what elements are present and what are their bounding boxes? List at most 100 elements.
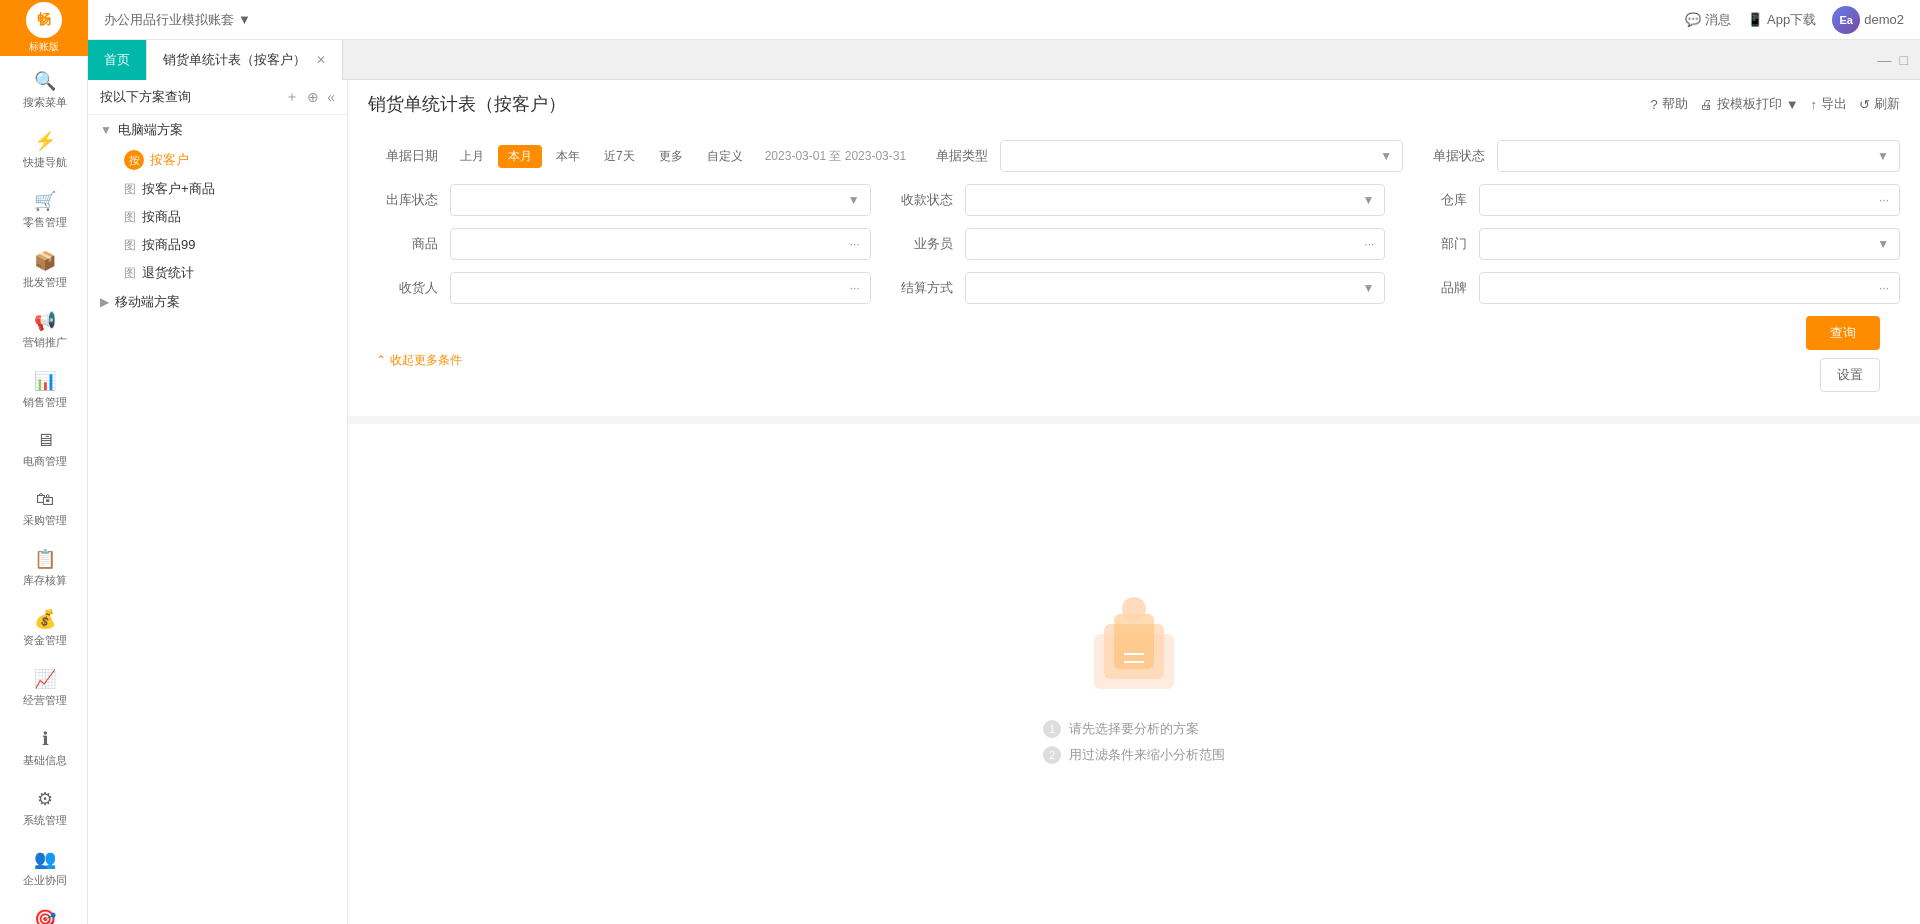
sidebar-icon-5: 📊 [34,370,56,392]
current-month-btn[interactable]: 本月 [498,145,542,168]
sidebar-icon-3: 📦 [34,250,56,272]
sidebar-item-5[interactable]: 📊 销售管理 [0,360,87,420]
sidebar-icon-14: 🎯 [34,908,56,924]
status-control[interactable]: ▼ [1497,140,1900,172]
sidebar-item-10[interactable]: 📈经营管理 [0,658,87,718]
scheme-icon-4: 图 [124,265,136,282]
tab-home[interactable]: 首页 [88,40,147,80]
export-button[interactable]: ↑ 导出 [1811,95,1848,113]
tree-item-product-99[interactable]: 图 按商品99 [116,231,347,259]
sidebar-label-13: 企业协同 [23,873,67,888]
tree-item-return-stats[interactable]: 图 退货统计 [116,259,347,287]
sidebar-item-3[interactable]: 📦批发管理 [0,240,87,300]
empty-steps: 1 请先选择要分析的方案 2 用过滤条件来缩小分析范围 [1043,720,1225,764]
header-right: 💬 消息 📱 App下载 Ea demo2 [1685,6,1904,34]
tree-node-mobile[interactable]: ▶ 移动端方案 [88,287,347,317]
app-name-dropdown[interactable]: 办公用品行业模拟账套 ▼ [104,11,251,29]
tree-item-product-99-label: 按商品99 [142,236,195,254]
status-label: 单据状态 [1415,147,1485,165]
brand-control[interactable]: ··· [1479,272,1900,304]
settings-scheme-icon[interactable]: ⊕ [307,89,319,105]
brand-label: 品牌 [1397,279,1467,297]
tree-item-customer-product[interactable]: 图 按客户+商品 [116,175,347,203]
sidebar-icon-12: ⚙ [37,788,53,810]
tab-bar: 首页 销货单统计表（按客户） ✕ — □ [88,40,1920,80]
tree-expand-icon: ▼ [100,123,112,137]
help-button[interactable]: ? 帮助 [1650,95,1687,113]
sidebar-item-0[interactable]: 🔍搜索菜单 [0,60,87,120]
app-download-button[interactable]: 📱 App下载 [1747,11,1816,29]
filter-row-3: 收货人 ··· 结算方式 ▼ 品牌 ··· [368,272,1900,304]
tree-item-by-product[interactable]: 图 按商品 [116,203,347,231]
collapse-button[interactable]: ⌃ 收起更多条件 [368,344,470,377]
type-control[interactable]: ▼ [1000,140,1403,172]
type-label: 单据类型 [918,147,988,165]
sidebar-label-5: 销售管理 [23,395,67,410]
tab-close-icon[interactable]: ✕ [316,53,326,67]
tree-item-by-customer[interactable]: 按 按客户 [116,145,347,175]
receiver-control[interactable]: ··· [450,272,871,304]
tab-sales-stats-label: 销货单统计表（按客户） [163,51,306,69]
collapse-panel-icon[interactable]: « [327,89,335,105]
tree-item-by-customer-label: 按客户 [150,151,189,169]
sidebar-item-11[interactable]: ℹ基础信息 [0,718,87,778]
active-node-badge: 按 [124,150,144,170]
last-month-btn[interactable]: 上月 [450,145,494,168]
payment-status-control[interactable]: ▼ [965,184,1386,216]
last-7days-btn[interactable]: 近7天 [594,145,645,168]
panel-title: 按以下方案查询 [100,88,279,106]
user-profile[interactable]: Ea demo2 [1832,6,1904,34]
action-buttons: 查询 设置 [1786,316,1900,404]
left-panel: 按以下方案查询 ＋ ⊕ « ▼ 电脑端方案 按 按客户 图 按客户+ [88,80,348,924]
sidebar-item-13[interactable]: 👥企业协同 [0,838,87,898]
tab-sales-stats[interactable]: 销货单统计表（按客户） ✕ [147,40,343,80]
print-label: 按模板打印 [1717,95,1782,113]
query-button[interactable]: 查询 [1806,316,1880,350]
sidebar-item-6[interactable]: 🖥电商管理 [0,420,87,479]
step-num-2: 2 [1043,746,1061,764]
warehouse-control[interactable]: ··· [1479,184,1900,216]
sidebar-item-8[interactable]: 📋库存核算 [0,538,87,598]
tree-node-desktop[interactable]: ▼ 电脑端方案 [88,115,347,145]
logo[interactable]: 畅 标账版 [0,0,88,56]
product-control[interactable]: ··· [450,228,871,260]
maximize-icon[interactable]: □ [1900,52,1908,68]
tab-actions: — □ [1878,52,1920,68]
sidebar-item-4[interactable]: 📢营销推广 [0,300,87,360]
user-name: demo2 [1864,12,1904,27]
department-control[interactable]: ▼ [1479,228,1900,260]
minimize-icon[interactable]: — [1878,52,1892,68]
product-dots: ··· [850,237,860,251]
status-dropdown-arrow: ▼ [1877,149,1889,163]
salesperson-control[interactable]: ··· [965,228,1386,260]
message-label: 消息 [1705,11,1731,29]
payment-method-control[interactable]: ▼ [965,272,1386,304]
app-download-label: App下载 [1767,11,1816,29]
page-title-row: 销货单统计表（按客户） ? 帮助 🖨 按模板打印 ▼ ↑ [348,80,1920,116]
custom-date-btn[interactable]: 自定义 [697,145,753,168]
filter-section: 销货单统计表（按客户） ? 帮助 🖨 按模板打印 ▼ ↑ [348,80,1920,416]
sidebar-item-2[interactable]: 🛒零售管理 [0,180,87,240]
current-year-btn[interactable]: 本年 [546,145,590,168]
tree-desktop-children: 按 按客户 图 按客户+商品 图 按商品 图 按商品99 图 退货统计 [88,145,347,287]
refresh-button[interactable]: ↺ 刷新 [1859,95,1900,113]
print-template-button[interactable]: 🖨 按模板打印 ▼ [1700,95,1799,113]
sidebar-icon-6: 🖥 [36,430,54,451]
sidebar-icon-1: ⚡ [34,130,56,152]
sidebar-item-12[interactable]: ⚙系统管理 [0,778,87,838]
sidebar: 畅 标账版 🔍搜索菜单⚡快捷导航🛒零售管理📦批发管理📢营销推广 📊 销售管理 🖥电商管… [0,0,88,924]
warehouse-dots: ··· [1879,193,1889,207]
salesperson-label: 业务员 [883,235,953,253]
add-scheme-icon[interactable]: ＋ [285,88,299,106]
sidebar-item-1[interactable]: ⚡快捷导航 [0,120,87,180]
sidebar-item-7[interactable]: 🛍采购管理 [0,479,87,538]
more-date-btn[interactable]: 更多 [649,145,693,168]
sidebar-item-9[interactable]: 💰资金管理 [0,598,87,658]
message-button[interactable]: 💬 消息 [1685,11,1731,29]
type-dropdown-arrow: ▼ [1380,149,1392,163]
out-status-control[interactable]: ▼ [450,184,871,216]
sidebar-icon-9: 💰 [34,608,56,630]
settings-button[interactable]: 设置 [1820,358,1880,392]
sidebar-item-14[interactable]: 🎯新手引导 [0,898,87,924]
type-status-row: 单据类型 ▼ 单据状态 ▼ [918,140,1900,172]
